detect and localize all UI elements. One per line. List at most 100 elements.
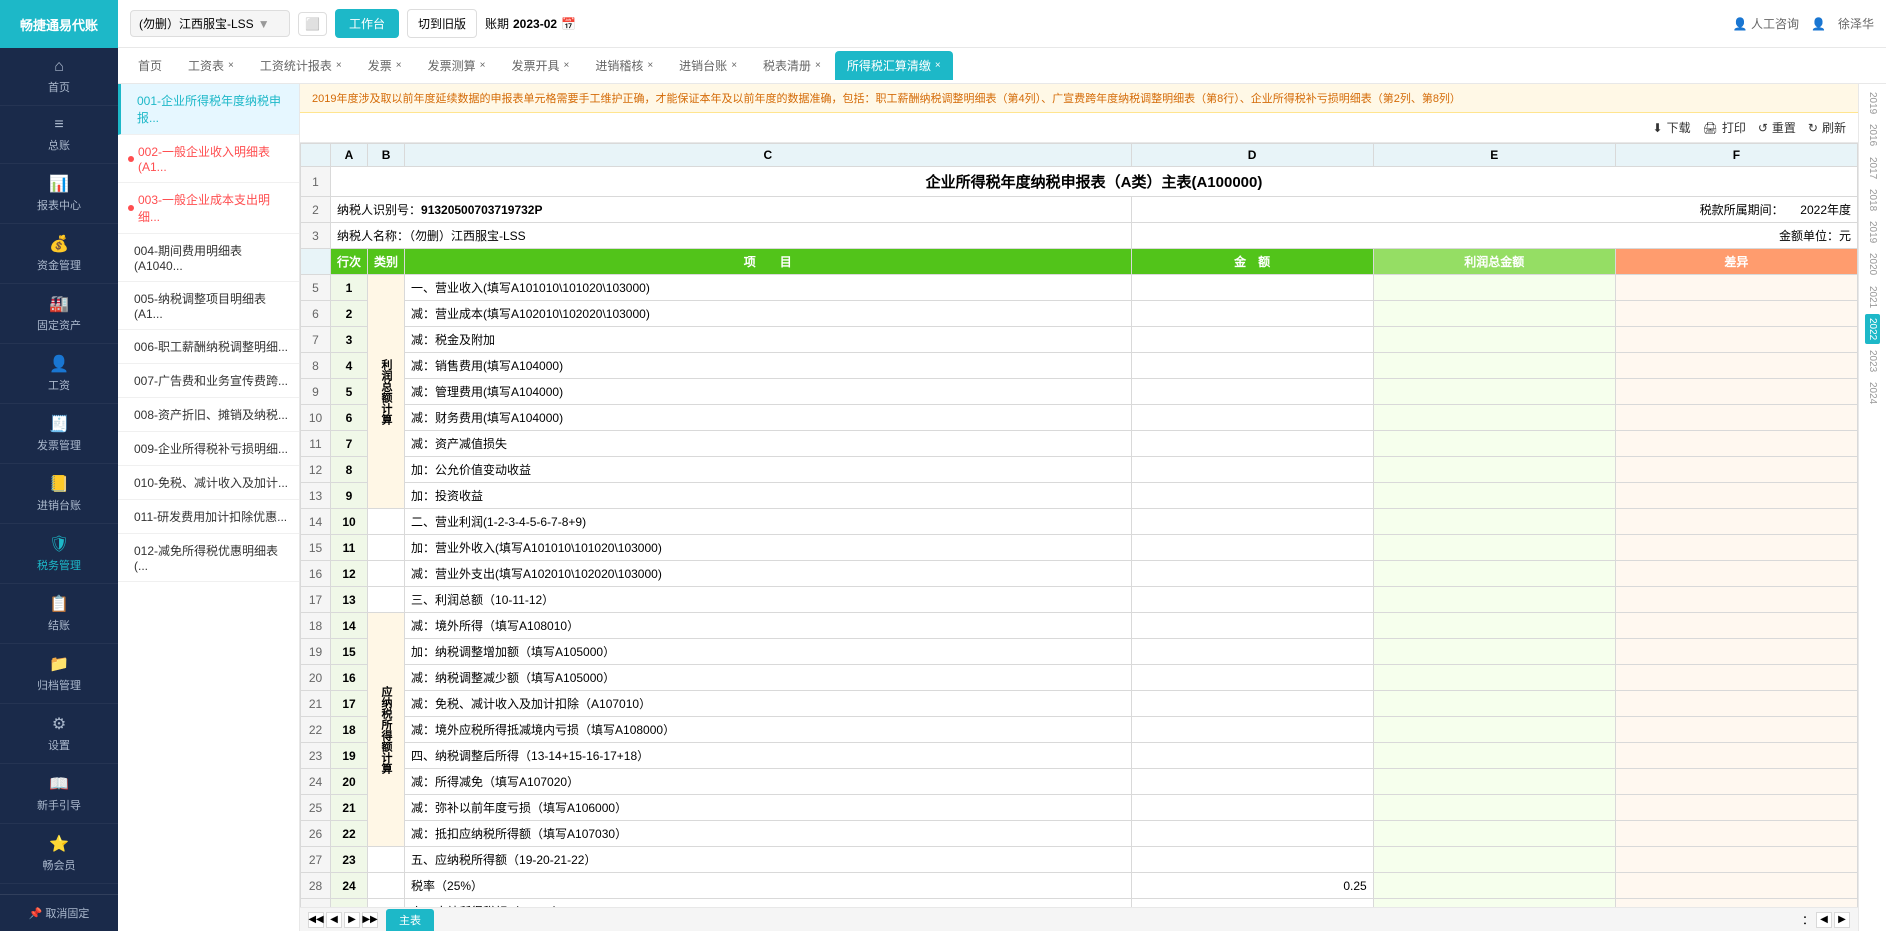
sub-menu-item-001[interactable]: 001-企业所得税年度纳税申报...	[118, 84, 299, 135]
sub-menu-item-003[interactable]: 003-一般企业成本支出明细...	[118, 183, 299, 234]
sidebar-item-工资[interactable]: 👤工资	[0, 344, 118, 404]
warning-bar: 2019年度涉及取以前年度延续数据的申报表单元格需要手工维护正确，才能保证本年及…	[300, 84, 1858, 113]
sidebar-item-报表中心[interactable]: 📊报表中心	[0, 164, 118, 224]
tab-进销稽核[interactable]: 进销稽核×	[583, 51, 665, 80]
scroll-right-btn[interactable]: ▶	[1834, 912, 1850, 928]
tab-label: 首页	[138, 57, 162, 74]
tab-close-icon[interactable]: ×	[563, 60, 569, 71]
tab-发票测算[interactable]: 发票测算×	[416, 51, 498, 80]
user-service-btn[interactable]: 👤 人工咨询	[1733, 15, 1799, 32]
sidebar-icon: 🛡	[49, 534, 69, 554]
tab-发票开具[interactable]: 发票开具×	[499, 51, 581, 80]
pin-icon: 📌	[29, 908, 43, 920]
tab-close-icon[interactable]: ×	[336, 60, 342, 71]
sub-menu-label: 007-广告费和业务宣传费跨...	[134, 372, 288, 389]
tab-close-icon[interactable]: ×	[815, 60, 821, 71]
tab-close-icon[interactable]: ×	[647, 60, 653, 71]
cell-profit-20	[1373, 795, 1615, 821]
print-doc-icon[interactable]: ⬜	[298, 12, 327, 36]
print-button[interactable]: 🖨 打印	[1703, 119, 1746, 136]
year-item-2017[interactable]: 2017	[1865, 153, 1880, 183]
sub-menu-item-012[interactable]: 012-减免所得税优惠明细表(...	[118, 534, 299, 582]
cell-amount-6	[1131, 431, 1373, 457]
year-item-2022[interactable]: 2022	[1865, 314, 1880, 344]
category-cell-empty	[368, 561, 405, 587]
switch-old-version-button[interactable]: 切到旧版	[407, 9, 477, 38]
calendar-icon[interactable]: 📅	[561, 17, 576, 31]
sidebar-item-首页[interactable]: ⌂首页	[0, 48, 118, 106]
sidebar-label: 进销台账	[37, 497, 81, 513]
year-item-2016[interactable]: 2016	[1865, 120, 1880, 150]
tax-period-cell: 税款所属期间： 2022年度	[1131, 197, 1857, 223]
tab-工资表[interactable]: 工资表×	[176, 51, 246, 80]
tab-close-icon[interactable]: ×	[228, 60, 234, 71]
workbench-button[interactable]: 工作台	[335, 9, 399, 38]
sidebar-item-新手引导[interactable]: 📖新手引导	[0, 764, 118, 824]
scroll-left-btn[interactable]: ◀	[1816, 912, 1832, 928]
table-header-row: 行次 类别 项 目 金 额 利润总金额 差异	[301, 249, 1858, 275]
sub-menu-item-011[interactable]: 011-研发费用加计扣除优惠...	[118, 500, 299, 534]
year-item-2019[interactable]: 2019	[1865, 217, 1880, 247]
row-num-29: 29	[301, 899, 331, 908]
refresh-button[interactable]: ↻ 刷新	[1808, 119, 1846, 136]
year-item-2021[interactable]: 2021	[1865, 282, 1880, 312]
year-item-2023[interactable]: 2023	[1865, 346, 1880, 376]
year-item-2020[interactable]: 2020	[1865, 249, 1880, 279]
sidebar-item-结账[interactable]: 📋结账	[0, 584, 118, 644]
sidebar-item-进销台账[interactable]: 📒进销台账	[0, 464, 118, 524]
tab-close-icon[interactable]: ×	[935, 60, 941, 71]
sidebar-item-资金管理[interactable]: 💰资金管理	[0, 224, 118, 284]
reset-button[interactable]: ↺ 重置	[1758, 119, 1796, 136]
first-sheet-btn[interactable]: ◀◀	[308, 912, 324, 928]
tab-所得税汇算清缴[interactable]: 所得税汇算清缴×	[835, 51, 953, 80]
tab-首页[interactable]: 首页	[126, 51, 174, 80]
sub-menu-item-004[interactable]: 004-期间费用明细表(A1040...	[118, 234, 299, 282]
sub-menu-item-006[interactable]: 006-职工薪酬纳税调整明细...	[118, 330, 299, 364]
sub-menu-item-008[interactable]: 008-资产折旧、摊销及纳税...	[118, 398, 299, 432]
cell-diff-7	[1615, 457, 1857, 483]
sidebar-item-发票管理[interactable]: 🧾发票管理	[0, 404, 118, 464]
sidebar-item-税务管理[interactable]: 🛡税务管理	[0, 524, 118, 584]
sidebar-item-归档管理[interactable]: 📁归档管理	[0, 644, 118, 704]
tab-发票[interactable]: 发票×	[356, 51, 414, 80]
sub-menu-item-010[interactable]: 010-免税、减计收入及加计...	[118, 466, 299, 500]
sheet-tab-main[interactable]: 主表	[386, 909, 434, 931]
cell-item-7: 加：公允价值变动收益	[405, 457, 1131, 483]
tab-close-icon[interactable]: ×	[480, 60, 486, 71]
sidebar-item-设置[interactable]: ⚙设置	[0, 704, 118, 764]
year-item-2024[interactable]: 2024	[1865, 378, 1880, 408]
cell-a-0: 1	[331, 275, 368, 301]
cell-item-8: 加：投资收益	[405, 483, 1131, 509]
tab-税表清册[interactable]: 税表清册×	[751, 51, 833, 80]
tab-工资统计报表[interactable]: 工资统计报表×	[248, 51, 354, 80]
cell-amount-2	[1131, 327, 1373, 353]
cell-diff-14	[1615, 639, 1857, 665]
sub-menu-item-005[interactable]: 005-纳税调整项目明细表(A1...	[118, 282, 299, 330]
year-item-2019[interactable]: 2019	[1865, 88, 1880, 118]
year-item-2018[interactable]: 2018	[1865, 185, 1880, 215]
cell-a-10: 11	[331, 535, 368, 561]
download-button[interactable]: ⬇ 下载	[1653, 119, 1691, 136]
sidebar-item-固定资产[interactable]: 🏭固定资产	[0, 284, 118, 344]
prev-sheet-btn[interactable]: ◀	[326, 912, 342, 928]
company-selector[interactable]: (勿删）江西服宝-LSS ▼	[130, 10, 290, 37]
cell-a-8: 9	[331, 483, 368, 509]
sidebar-item-总账[interactable]: ≡总账	[0, 106, 118, 164]
sidebar-label: 结账	[48, 617, 70, 633]
row-num-24: 24	[301, 769, 331, 795]
tab-进销台账[interactable]: 进销台账×	[667, 51, 749, 80]
sub-menu-item-007[interactable]: 007-广告费和业务宣传费跨...	[118, 364, 299, 398]
category-cell-empty	[368, 873, 405, 899]
tab-close-icon[interactable]: ×	[731, 60, 737, 71]
cell-profit-21	[1373, 821, 1615, 847]
tab-close-icon[interactable]: ×	[396, 60, 402, 71]
cell-diff-11	[1615, 561, 1857, 587]
spreadsheet: A B C D E F 1 企业所得税年度纳税申报表（A类）主表(A100000…	[300, 143, 1858, 907]
sub-menu-item-002[interactable]: 002-一般企业收入明细表(A1...	[118, 135, 299, 183]
toolbar: ⬇ 下载 🖨 打印 ↺ 重置 ↻ 刷新	[300, 113, 1858, 143]
sidebar-footer[interactable]: 📌 取消固定	[0, 894, 118, 931]
sub-menu-item-009[interactable]: 009-企业所得税补亏损明细...	[118, 432, 299, 466]
next-sheet-btn[interactable]: ▶	[344, 912, 360, 928]
sidebar-item-畅会员[interactable]: ⭐畅会员	[0, 824, 118, 884]
last-sheet-btn[interactable]: ▶▶	[362, 912, 378, 928]
